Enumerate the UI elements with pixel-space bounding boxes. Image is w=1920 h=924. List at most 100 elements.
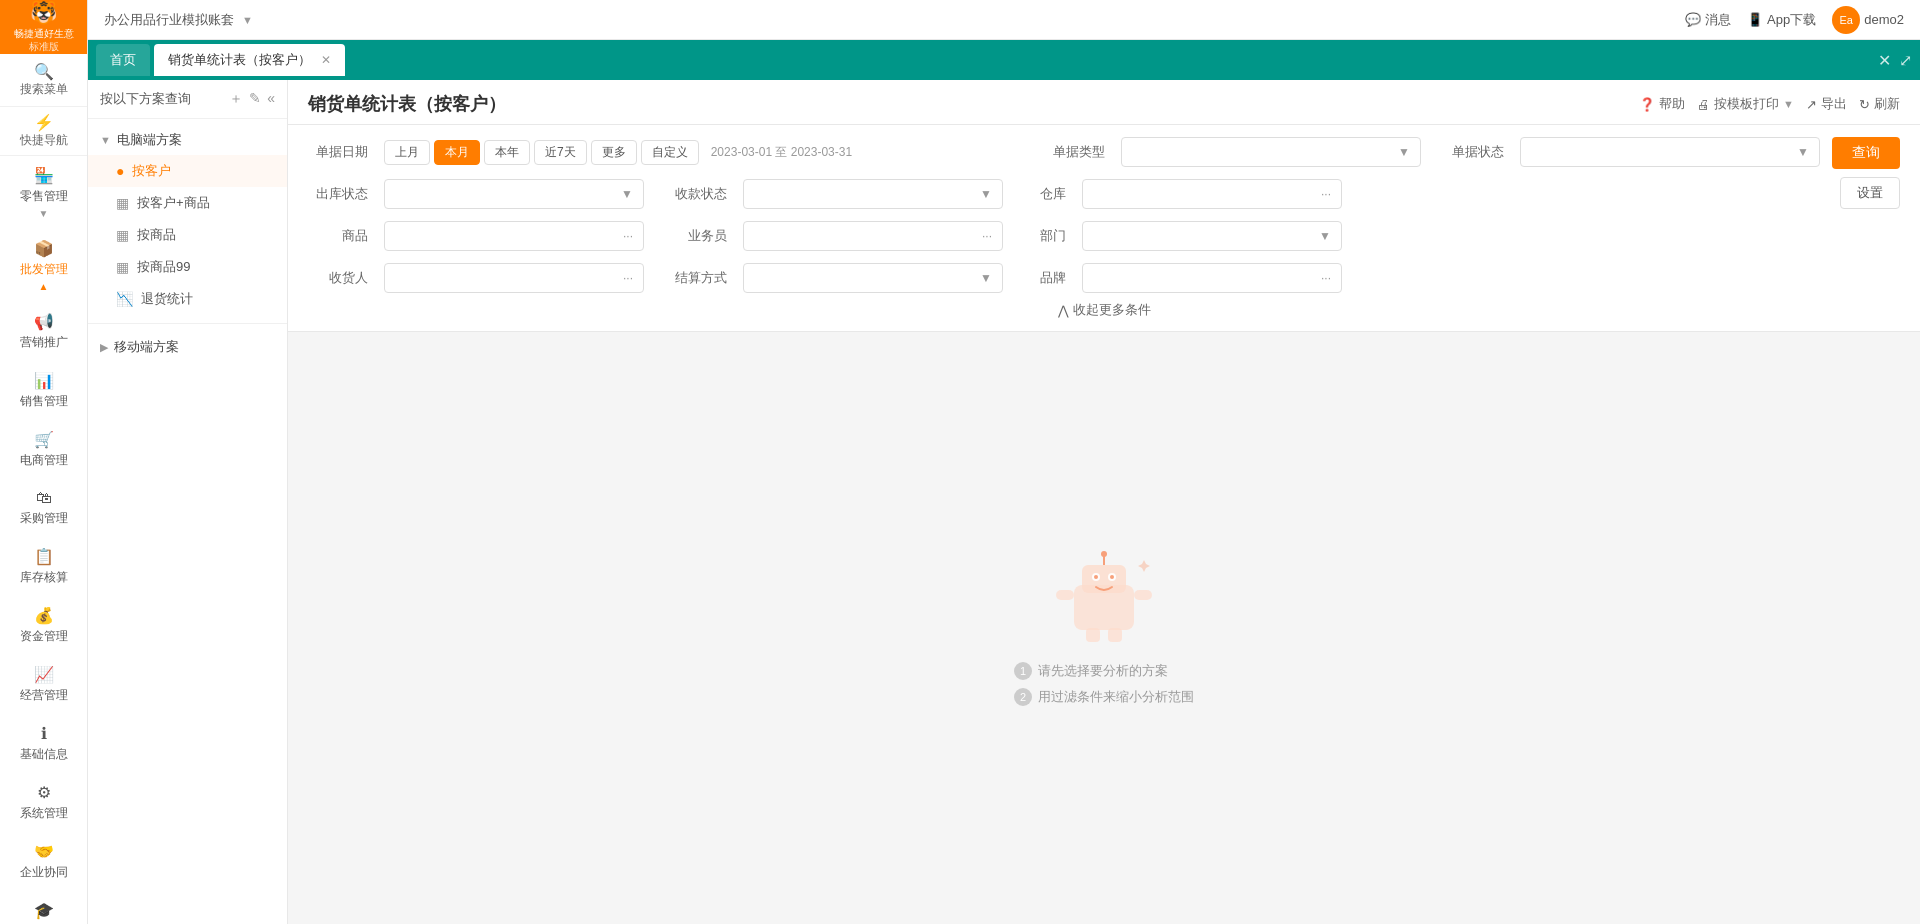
desktop-schemes-group: ▼ 电脑端方案 ● 按客户 ▦ 按客户+商品 ▦ 按商品 ▦ 按商品99: [88, 119, 287, 321]
sidebar-label-finance: 资金管理: [20, 628, 68, 645]
sales-icon: 📊: [34, 371, 54, 390]
sidebar-item-inventory[interactable]: 📋 库存核算: [0, 537, 87, 596]
sidebar-item-purchase[interactable]: 🛍 采购管理: [0, 479, 87, 537]
settings-button[interactable]: 设置: [1840, 177, 1900, 209]
svg-point-4: [1094, 575, 1098, 579]
search-menu-item[interactable]: 🔍 搜索菜单: [0, 54, 87, 107]
header-actions: 💬 消息 📱 App下载 Ea demo2: [1685, 6, 1904, 34]
collapse-scheme-btn[interactable]: «: [267, 90, 275, 108]
app-logo[interactable]: 🐯 畅捷通好生意 标准版: [0, 0, 88, 54]
sidebar-label-basic-info: 基础信息: [20, 746, 68, 763]
empty-hints: 1 请先选择要分析的方案 2 用过滤条件来缩小分析范围: [1014, 662, 1194, 706]
svg-point-5: [1110, 575, 1114, 579]
scheme-item-by-goods-99[interactable]: ▦ 按商品99: [88, 251, 287, 283]
sidebar-item-retail[interactable]: 🏪 零售管理 ▼: [0, 156, 87, 229]
scheme-item-return-stats[interactable]: 📉 退货统计: [88, 283, 287, 315]
workspace-selector[interactable]: 办公用品行业模拟账套 ▼: [104, 11, 253, 29]
app-download-btn[interactable]: 📱 App下载: [1747, 11, 1816, 29]
tab-close-icon[interactable]: ✕: [321, 53, 331, 67]
scheme-item-by-customer[interactable]: ● 按客户: [88, 155, 287, 187]
workspace-chevron-icon: ▼: [242, 14, 253, 26]
svg-rect-9: [1134, 590, 1152, 600]
export-label: 导出: [1821, 95, 1847, 113]
filter-row-date: 单据日期 上月 本月 本年 近7天 更多 自定义 20: [308, 137, 1820, 167]
help-btn[interactable]: ❓ 帮助: [1639, 95, 1685, 113]
close-tab-btn[interactable]: ✕: [1878, 51, 1891, 70]
sidebar-item-sales[interactable]: 📊 销售管理: [0, 361, 87, 420]
sidebar-item-wholesale[interactable]: 📦 批发管理 ▲: [0, 229, 87, 302]
brand-select[interactable]: ···: [1082, 263, 1342, 293]
desktop-schemes-toggle[interactable]: ▼ 电脑端方案: [88, 125, 287, 155]
warehouse-select[interactable]: ···: [1082, 179, 1342, 209]
system-icon: ⚙: [37, 783, 51, 802]
more-date-btn[interactable]: 更多: [591, 140, 637, 165]
mobile-schemes-toggle[interactable]: ▶ 移动端方案: [88, 332, 287, 362]
add-scheme-btn[interactable]: ＋: [229, 90, 243, 108]
scheme-item-by-goods[interactable]: ▦ 按商品: [88, 219, 287, 251]
export-btn[interactable]: ↗ 导出: [1806, 95, 1847, 113]
refresh-btn[interactable]: ↻ 刷新: [1859, 95, 1900, 113]
receiver-select[interactable]: ···: [384, 263, 644, 293]
hint-num-1: 1: [1014, 662, 1032, 680]
department-select[interactable]: ▼: [1082, 221, 1342, 251]
message-btn[interactable]: 💬 消息: [1685, 11, 1731, 29]
sidebar-item-operations[interactable]: 📈 经营管理: [0, 655, 87, 714]
brand-ellipsis-icon: ···: [1321, 271, 1331, 285]
page-title-bar: 销货单统计表（按客户） ❓ 帮助 🖨 按模板打印 ▼ ↗ 导出: [288, 80, 1920, 125]
return-stats-icon: 📉: [116, 291, 133, 307]
out-status-select[interactable]: ▼: [384, 179, 644, 209]
last-month-btn[interactable]: 上月: [384, 140, 430, 165]
sidebar-label-system: 系统管理: [20, 805, 68, 822]
salesperson-select[interactable]: ···: [743, 221, 1003, 251]
bill-status-select[interactable]: ▼: [1520, 137, 1820, 167]
sidebar-item-ecommerce[interactable]: 🛒 电商管理: [0, 420, 87, 479]
sidebar-label-retail: 零售管理: [20, 188, 68, 205]
quick-nav-item[interactable]: ⚡ 快捷导航: [0, 107, 87, 156]
user-profile[interactable]: Ea demo2: [1832, 6, 1904, 34]
collapse-icon: ⋀: [1058, 303, 1069, 318]
sidebar-label-wholesale: 批发管理: [20, 261, 68, 278]
ecommerce-icon: 🛒: [34, 430, 54, 449]
sidebar-item-newguide[interactable]: 🎓 新手引导: [0, 891, 87, 924]
svg-rect-11: [1108, 628, 1122, 642]
sidebar-item-enterprise[interactable]: 🤝 企业协同: [0, 832, 87, 891]
date-range-display: 2023-03-01 至 2023-03-31: [711, 144, 852, 161]
mobile-schemes-label: 移动端方案: [114, 338, 179, 356]
query-button[interactable]: 查询: [1832, 137, 1900, 169]
goods-select[interactable]: ···: [384, 221, 644, 251]
template-print-label: 按模板打印: [1714, 95, 1779, 113]
sidebar-item-system[interactable]: ⚙ 系统管理: [0, 773, 87, 832]
export-icon: ↗: [1806, 97, 1817, 112]
hint-num-2: 2: [1014, 688, 1032, 706]
tab-home[interactable]: 首页: [96, 44, 150, 76]
sidebar-item-finance[interactable]: 💰 资金管理: [0, 596, 87, 655]
last-7-days-btn[interactable]: 近7天: [534, 140, 587, 165]
bill-type-select[interactable]: ▼: [1121, 137, 1421, 167]
print-icon: 🖨: [1697, 97, 1710, 112]
message-label: 消息: [1705, 11, 1731, 29]
this-month-btn[interactable]: 本月: [434, 140, 480, 165]
settlement-label: 结算方式: [672, 269, 727, 287]
main-area: 办公用品行业模拟账套 ▼ 💬 消息 📱 App下载 Ea demo2 首页: [88, 0, 1920, 924]
sidebar-label-operations: 经营管理: [20, 687, 68, 704]
settlement-select[interactable]: ▼: [743, 263, 1003, 293]
collapse-filters-btn[interactable]: ⋀ 收起更多条件: [308, 301, 1900, 319]
refresh-label: 刷新: [1874, 95, 1900, 113]
fullscreen-btn[interactable]: ⤢: [1899, 51, 1912, 70]
filter-row-status: 出库状态 ▼ 收款状态 ▼ 仓库: [308, 179, 1820, 209]
content-area: 销货单统计表（按客户） ❓ 帮助 🖨 按模板打印 ▼ ↗ 导出: [288, 80, 1920, 924]
this-year-btn[interactable]: 本年: [484, 140, 530, 165]
scheme-item-by-customer-goods[interactable]: ▦ 按客户+商品: [88, 187, 287, 219]
edit-scheme-btn[interactable]: ✎: [249, 90, 261, 108]
content-body: 1 请先选择要分析的方案 2 用过滤条件来缩小分析范围: [288, 332, 1920, 924]
sidebar-item-marketing[interactable]: 📢 营销推广: [0, 302, 87, 361]
salesperson-ellipsis-icon: ···: [982, 229, 992, 243]
bill-status-label: 单据状态: [1449, 143, 1504, 161]
collection-status-select[interactable]: ▼: [743, 179, 1003, 209]
template-print-btn[interactable]: 🖨 按模板打印 ▼: [1697, 95, 1794, 113]
collapse-label: 收起更多条件: [1073, 301, 1151, 319]
custom-date-btn[interactable]: 自定义: [641, 140, 699, 165]
app-download-icon: 📱: [1747, 12, 1763, 27]
tab-sales-stat[interactable]: 销货单统计表（按客户） ✕: [154, 44, 345, 76]
sidebar-item-basic-info[interactable]: ℹ 基础信息: [0, 714, 87, 773]
